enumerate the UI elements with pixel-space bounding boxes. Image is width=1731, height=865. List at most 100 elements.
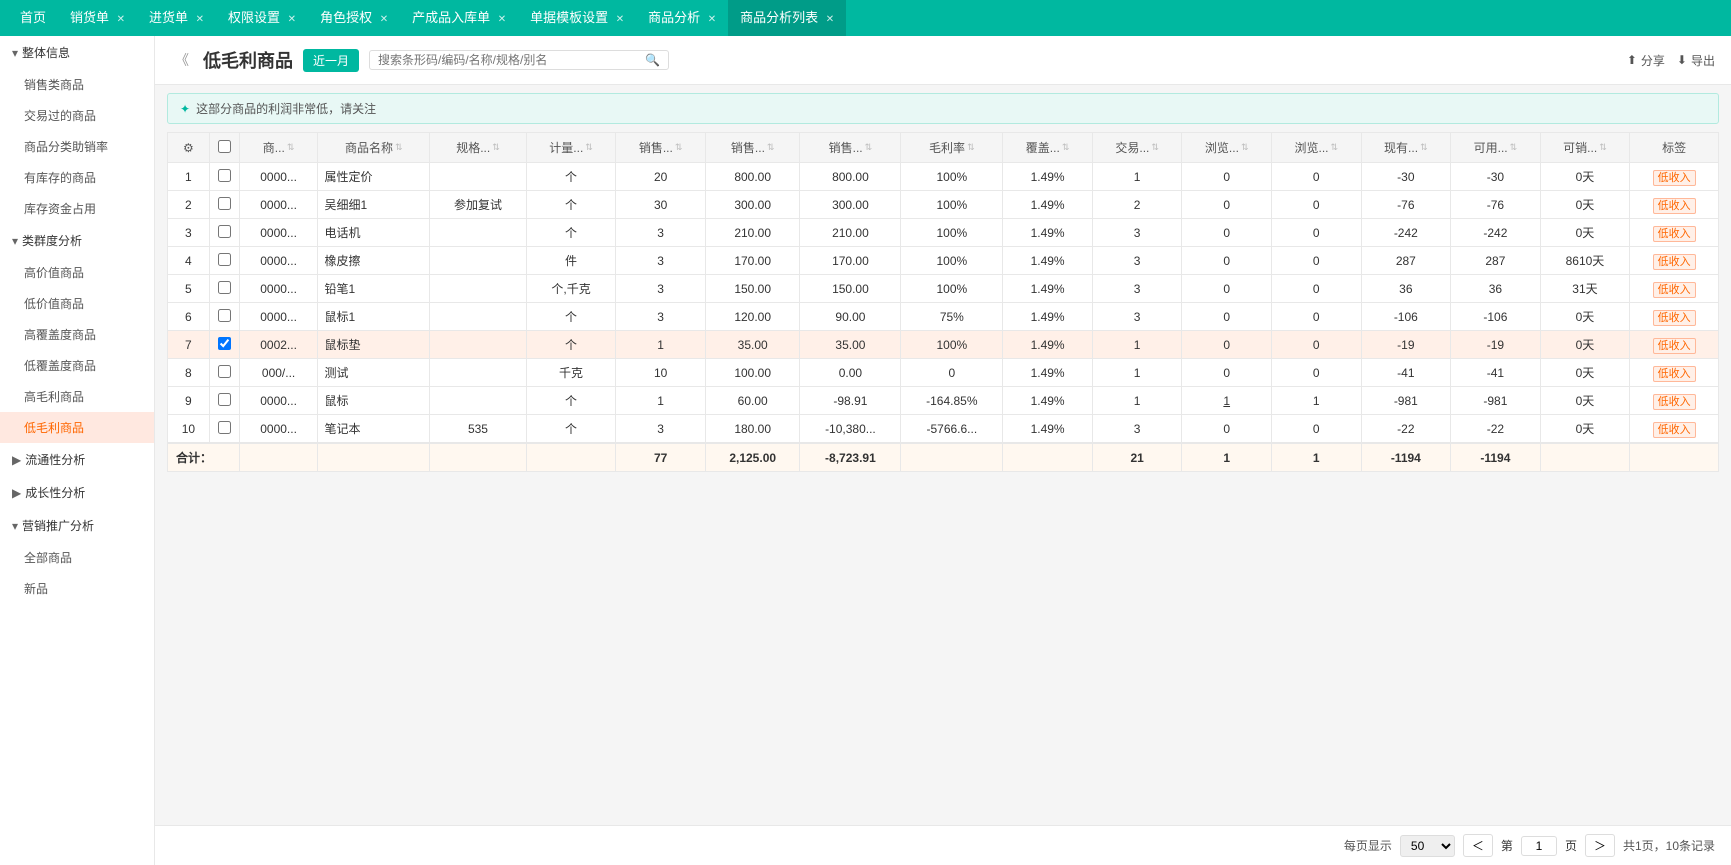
row-name[interactable]: 鼠标1 <box>318 303 430 331</box>
nav-product-analysis[interactable]: 商品分析 ✕ <box>636 0 728 36</box>
row-sales-price: 60.00 <box>705 387 800 415</box>
row-sales-price: 35.00 <box>705 331 800 359</box>
nav-close-sales[interactable]: ✕ <box>117 14 125 25</box>
sidebar-item-low-coverage[interactable]: 低覆盖度商品 <box>0 350 154 381</box>
prev-page-btn[interactable]: ＜ <box>1463 834 1493 857</box>
row-settings: 4 <box>168 247 210 275</box>
nav-close-role[interactable]: ✕ <box>380 14 388 25</box>
select-all-checkbox[interactable] <box>218 140 231 153</box>
nav-close-template[interactable]: ✕ <box>616 14 624 25</box>
sidebar-section-cluster[interactable]: ▾ 类群度分析 <box>0 224 154 257</box>
page-number-input[interactable] <box>1521 836 1557 856</box>
filter-recent-month[interactable]: 近一月 <box>303 49 359 72</box>
row-name[interactable]: 鼠标 <box>318 387 430 415</box>
sidebar-section-overall[interactable]: ▾ 整体信息 <box>0 36 154 69</box>
row-browse1: 0 <box>1182 275 1272 303</box>
sidebar-item-in-stock[interactable]: 有库存的商品 <box>0 162 154 193</box>
col-spec-header[interactable]: 规格...⇅ <box>430 133 527 163</box>
section-label-circulation: 流通性分析 <box>25 451 85 468</box>
col-coverage-header[interactable]: 覆盖...⇅ <box>1003 133 1093 163</box>
totals-unit <box>526 443 616 472</box>
nav-template-settings[interactable]: 单据模板设置 ✕ <box>518 0 636 36</box>
row-checkbox[interactable] <box>209 191 239 219</box>
nav-purchase-order[interactable]: 进货单 ✕ <box>137 0 216 36</box>
col-browse1-header[interactable]: 浏览...⇅ <box>1182 133 1272 163</box>
sidebar-item-high-margin[interactable]: 高毛利商品 <box>0 381 154 412</box>
collapse-sidebar-btn[interactable]: 《 <box>171 46 193 74</box>
sidebar-item-low-margin[interactable]: 低毛利商品 <box>0 412 154 443</box>
nav-close-product[interactable]: ✕ <box>498 14 506 25</box>
per-page-select[interactable]: 50 100 <box>1400 835 1455 857</box>
sidebar-item-high-coverage[interactable]: 高覆盖度商品 <box>0 319 154 350</box>
row-name[interactable]: 鼠标垫 <box>318 331 430 359</box>
col-gross-rate-header[interactable]: 毛利率⇅ <box>901 133 1003 163</box>
row-checkbox[interactable] <box>209 331 239 359</box>
search-icon[interactable]: 🔍 <box>645 53 660 67</box>
nav-product-entry[interactable]: 产成品入库单 ✕ <box>400 0 518 36</box>
col-sales-qty-header[interactable]: 销售...⇅ <box>616 133 706 163</box>
col-checkbox-header[interactable] <box>209 133 239 163</box>
share-button[interactable]: ⬆ 分享 <box>1627 52 1665 69</box>
col-browse2-header[interactable]: 浏览...⇅ <box>1271 133 1361 163</box>
nav-close-permissions[interactable]: ✕ <box>288 14 296 25</box>
row-saleable: 0天 <box>1540 415 1630 444</box>
row-name[interactable]: 铅笔1 <box>318 275 430 303</box>
col-sales-price-header[interactable]: 销售...⇅ <box>705 133 800 163</box>
row-name[interactable]: 橡皮擦 <box>318 247 430 275</box>
col-name-header[interactable]: 商品名称⇅ <box>318 133 430 163</box>
col-sales-amount-header[interactable]: 销售...⇅ <box>800 133 901 163</box>
row-name[interactable]: 电话机 <box>318 219 430 247</box>
nav-close-purchase[interactable]: ✕ <box>196 14 204 25</box>
sidebar-section-growth[interactable]: ▶ 成长性分析 <box>0 476 154 509</box>
col-settings[interactable]: ⚙ <box>168 133 210 163</box>
row-checkbox[interactable] <box>209 359 239 387</box>
row-checkbox[interactable] <box>209 303 239 331</box>
sidebar-item-traded-products[interactable]: 交易过的商品 <box>0 100 154 131</box>
row-saleable: 31天 <box>1540 275 1630 303</box>
sidebar-item-category-rate[interactable]: 商品分类助销率 <box>0 131 154 162</box>
row-coverage: 1.49% <box>1003 219 1093 247</box>
row-checkbox[interactable] <box>209 219 239 247</box>
row-name[interactable]: 属性定价 <box>318 163 430 191</box>
row-saleable: 0天 <box>1540 303 1630 331</box>
sidebar-section-marketing[interactable]: ▾ 营销推广分析 <box>0 509 154 542</box>
row-checkbox[interactable] <box>209 415 239 444</box>
row-checkbox[interactable] <box>209 163 239 191</box>
sort-icon-transaction: ⇅ <box>1151 142 1159 153</box>
sidebar-item-all-products[interactable]: 全部商品 <box>0 542 154 573</box>
sort-icon-browse1: ⇅ <box>1241 142 1249 153</box>
next-page-btn[interactable]: ＞ <box>1585 834 1615 857</box>
col-transaction-header[interactable]: 交易...⇅ <box>1092 133 1182 163</box>
nav-home[interactable]: 首页 <box>8 0 58 36</box>
row-browse1[interactable]: 1 <box>1182 387 1272 415</box>
nav-close-analysis[interactable]: ✕ <box>708 14 716 25</box>
row-name[interactable]: 测试 <box>318 359 430 387</box>
row-sales-amount: 300.00 <box>800 191 901 219</box>
row-name[interactable]: 吴细细1 <box>318 191 430 219</box>
col-saleable-header[interactable]: 可销...⇅ <box>1540 133 1630 163</box>
nav-sales-order[interactable]: 销货单 ✕ <box>58 0 137 36</box>
sidebar-item-stock-capital[interactable]: 库存资金占用 <box>0 193 154 224</box>
row-checkbox[interactable] <box>209 387 239 415</box>
sidebar-item-low-value[interactable]: 低价值商品 <box>0 288 154 319</box>
sidebar-item-sales-products[interactable]: 销售类商品 <box>0 69 154 100</box>
col-unit-header[interactable]: 计量...⇅ <box>526 133 616 163</box>
sidebar-item-high-value[interactable]: 高价值商品 <box>0 257 154 288</box>
row-available: -41 <box>1451 359 1541 387</box>
nav-permissions[interactable]: 权限设置 ✕ <box>216 0 308 36</box>
row-unit: 千克 <box>526 359 616 387</box>
table-container[interactable]: ⚙ 商...⇅ 商品名称⇅ 规格...⇅ 计量...⇅ 销售...⇅ 销售...… <box>155 132 1731 825</box>
col-current-header[interactable]: 现有...⇅ <box>1361 133 1451 163</box>
nav-role-auth[interactable]: 角色授权 ✕ <box>308 0 400 36</box>
row-checkbox[interactable] <box>209 247 239 275</box>
nav-close-analysis-list[interactable]: ✕ <box>826 14 834 25</box>
export-button[interactable]: ⬇ 导出 <box>1677 52 1715 69</box>
nav-product-analysis-list[interactable]: 商品分析列表 ✕ <box>728 0 846 36</box>
row-name[interactable]: 笔记本 <box>318 415 430 444</box>
row-checkbox[interactable] <box>209 275 239 303</box>
col-code-header[interactable]: 商...⇅ <box>239 133 318 163</box>
col-available-header[interactable]: 可用...⇅ <box>1451 133 1541 163</box>
sidebar-section-circulation[interactable]: ▶ 流通性分析 <box>0 443 154 476</box>
search-input[interactable] <box>378 53 645 67</box>
sidebar-item-new-products[interactable]: 新品 <box>0 573 154 604</box>
